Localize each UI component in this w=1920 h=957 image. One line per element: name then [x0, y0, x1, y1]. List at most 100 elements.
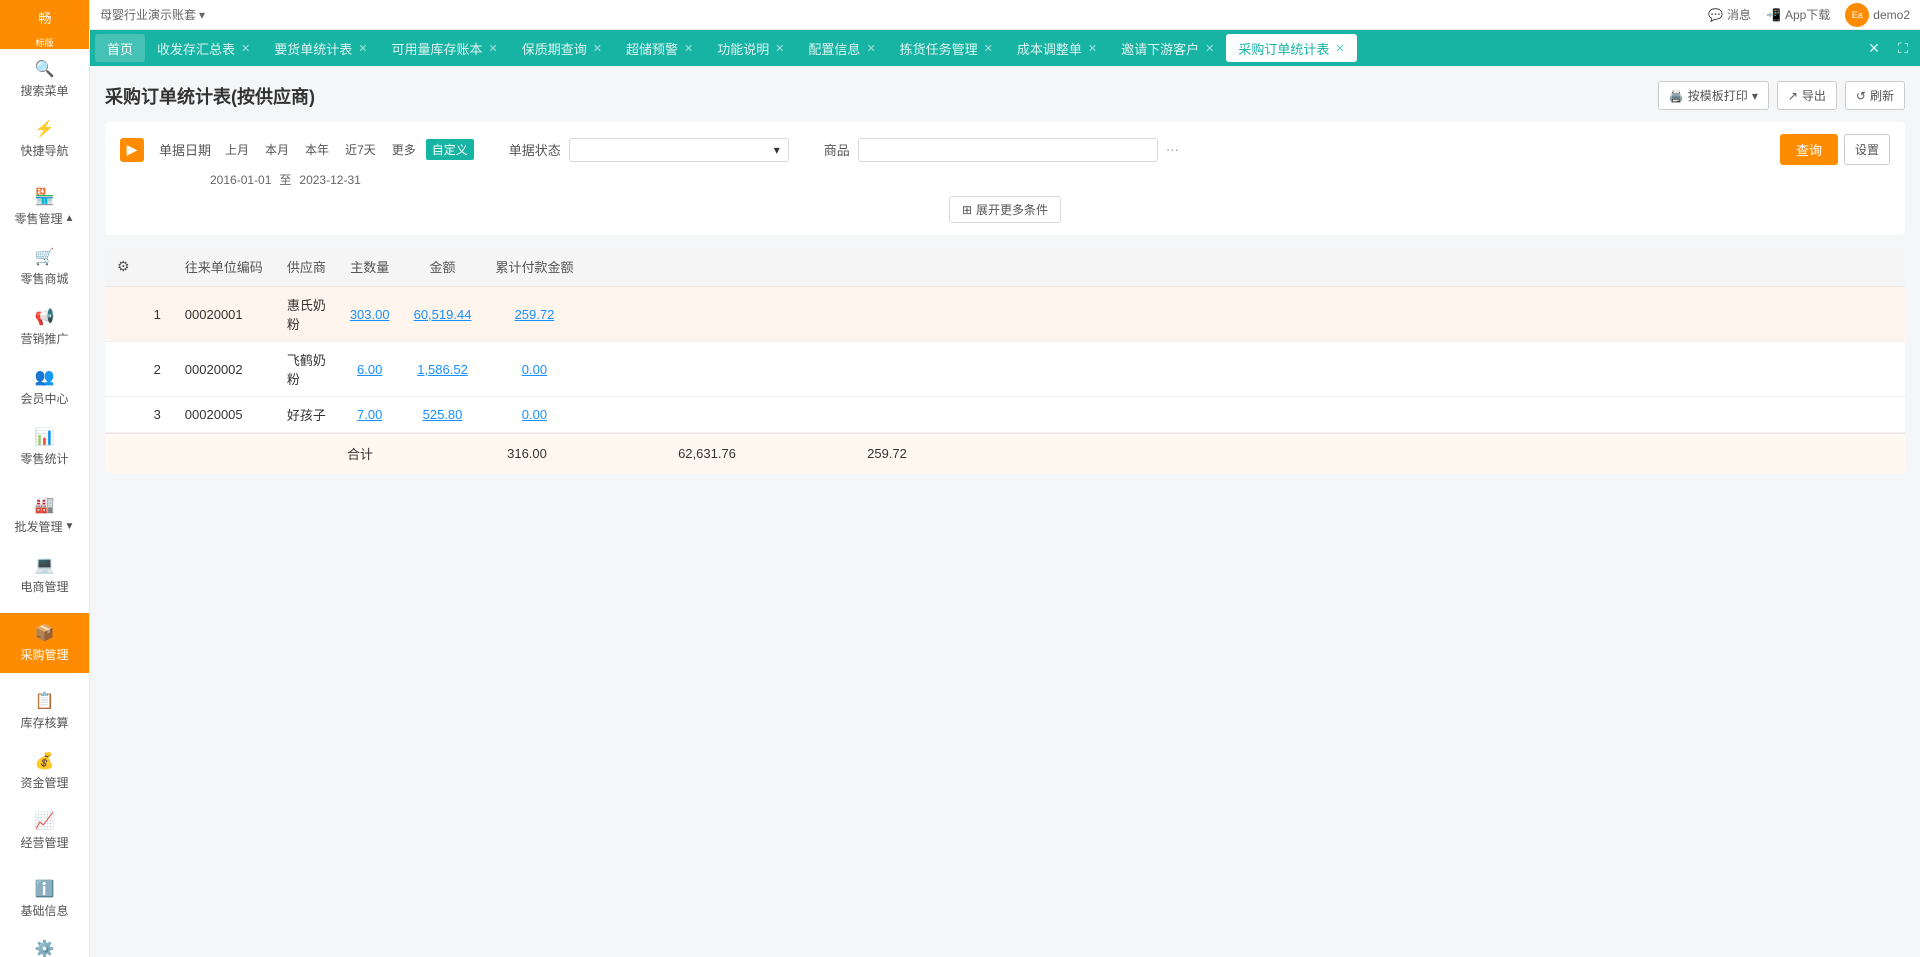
expand-btn[interactable]: ⊞ 展开更多条件	[949, 196, 1061, 223]
sidebar-item-quick-nav[interactable]: ⚡ 快捷导航	[0, 109, 90, 169]
row3-supplier-code: 00020005	[173, 397, 275, 433]
ecommerce-icon: 💻	[35, 555, 55, 575]
tab-function-desc[interactable]: 功能说明 ✕	[705, 34, 796, 62]
tab-cost-adj[interactable]: 成本调整单 ✕	[1005, 34, 1109, 62]
retail-mgmt-arrow-icon: ▲	[65, 213, 75, 224]
tab-home[interactable]: 首页	[95, 34, 145, 62]
footer-label: 合计	[347, 444, 467, 463]
tab-purchase-order-stats[interactable]: 采购订单统计表 ✕	[1226, 34, 1356, 62]
sidebar-item-member-center[interactable]: 👥 会员中心	[0, 357, 90, 417]
date-this-month-btn[interactable]: 本月	[259, 139, 295, 160]
main-content: 母婴行业演示账套 ▾ 💬 消息 📲 App下载 Ea demo2 首页	[90, 0, 1920, 957]
topbar-user-area[interactable]: Ea demo2	[1845, 3, 1910, 27]
row2-empty	[585, 342, 1905, 397]
th-amount: 金额	[402, 247, 484, 287]
tab-close-inventory-book[interactable]: ✕	[489, 42, 498, 55]
filter-expand-row: ⊞ 展开更多条件	[120, 196, 1890, 223]
row1-paid[interactable]: 259.72	[483, 287, 585, 342]
export-button[interactable]: ↗ 导出	[1777, 81, 1837, 110]
sidebar-item-retail-store[interactable]: 🛒 零售商城	[0, 237, 90, 297]
topbar-message-btn[interactable]: 💬 消息	[1708, 6, 1751, 23]
sidebar-item-ecommerce[interactable]: 💻 电商管理	[0, 545, 90, 605]
tab-close-pick-task[interactable]: ✕	[984, 42, 993, 55]
tab-config-info[interactable]: 配置信息 ✕	[796, 34, 887, 62]
th-num	[142, 247, 173, 287]
tab-inventory-book[interactable]: 可用量库存账本 ✕	[379, 34, 509, 62]
print-button[interactable]: 🖨️ 按模板打印 ▾	[1658, 81, 1769, 110]
refresh-button[interactable]: ↺ 刷新	[1845, 81, 1905, 110]
query-button[interactable]: 查询	[1780, 134, 1838, 165]
tab-receive-send[interactable]: 收发存汇总表 ✕	[145, 34, 262, 62]
topbar-account-dropdown[interactable]: 母婴行业演示账套 ▾	[100, 6, 205, 23]
date-this-year-btn[interactable]: 本年	[299, 139, 335, 160]
row3-quantity[interactable]: 7.00	[338, 397, 402, 433]
settings-button[interactable]: 设置	[1844, 134, 1890, 165]
row2-amount[interactable]: 1,586.52	[402, 342, 484, 397]
goods-search-input[interactable]	[858, 138, 1158, 162]
tab-fullscreen-btn[interactable]: ⛶	[1891, 36, 1915, 60]
topbar-app-download-btn[interactable]: 📲 App下载	[1766, 6, 1830, 23]
row3-amount[interactable]: 525.80	[402, 397, 484, 433]
sidebar: 畅 标版 🔍 搜索菜单 ⚡ 快捷导航 🏪 零售管理 ▲ 🛒 零售商城 📢 营销推…	[0, 0, 90, 957]
tab-close-invite-downstream[interactable]: ✕	[1205, 42, 1214, 55]
sidebar-item-search[interactable]: 🔍 搜索菜单	[0, 49, 90, 109]
status-select[interactable]: ▾	[569, 138, 789, 162]
tab-purchase-stats[interactable]: 要货单统计表 ✕	[262, 34, 379, 62]
marketing-icon: 📢	[35, 307, 55, 327]
tab-close-expiry-query[interactable]: ✕	[593, 42, 602, 55]
date-custom-badge[interactable]: 自定义	[426, 139, 474, 160]
date-last-month-btn[interactable]: 上月	[219, 139, 255, 160]
th-empty	[585, 247, 1905, 287]
nav-tabs-end: ✕ ⛶	[1862, 36, 1915, 60]
tab-close-purchase-order-stats[interactable]: ✕	[1335, 42, 1344, 55]
row3-num: 3	[142, 397, 173, 433]
sidebar-item-purchase-mgmt[interactable]: 📦 采购管理	[0, 613, 90, 673]
filter-toggle-btn[interactable]: ▶	[120, 138, 144, 162]
sidebar-item-sys-mgmt[interactable]: ⚙️ 系统管理	[0, 929, 90, 957]
tab-invite-downstream[interactable]: 邀请下游客户 ✕	[1109, 34, 1226, 62]
row2-quantity[interactable]: 6.00	[338, 342, 402, 397]
tab-expiry-query[interactable]: 保质期查询 ✕	[510, 34, 614, 62]
row1-amount[interactable]: 60,519.44	[402, 287, 484, 342]
retail-mgmt-icon: 🏪	[35, 187, 55, 207]
row1-quantity[interactable]: 303.00	[338, 287, 402, 342]
row2-paid[interactable]: 0.00	[483, 342, 585, 397]
tab-close-purchase-stats[interactable]: ✕	[358, 42, 367, 55]
inventory-icon: 📋	[35, 691, 55, 711]
sidebar-item-finance[interactable]: 💰 资金管理	[0, 741, 90, 801]
tab-pick-task[interactable]: 拣货任务管理 ✕	[888, 34, 1005, 62]
th-supplier-name: 供应商	[275, 247, 338, 287]
footer-amount: 62,631.76	[647, 446, 767, 461]
print-icon: 🖨️	[1669, 89, 1684, 103]
sidebar-item-retail-stats[interactable]: 📊 零售统计	[0, 417, 90, 477]
tab-close-overstock[interactable]: ✕	[684, 42, 693, 55]
goods-more-icon[interactable]: ···	[1166, 142, 1179, 157]
goods-filter-label: 商品	[824, 140, 850, 159]
topbar-username: demo2	[1873, 8, 1910, 22]
basic-info-icon: ℹ️	[35, 879, 55, 899]
date-7days-btn[interactable]: 近7天	[339, 139, 382, 160]
tab-close-all-btn[interactable]: ✕	[1862, 36, 1886, 60]
date-more-btn[interactable]: 更多	[386, 139, 422, 160]
row1-supplier-code: 00020001	[173, 287, 275, 342]
sidebar-item-ops-mgmt[interactable]: 📈 经营管理	[0, 801, 90, 861]
sidebar-logo: 畅 标版	[0, 0, 90, 49]
topbar-chevron-down-icon: ▾	[199, 8, 205, 22]
sidebar-item-retail-mgmt[interactable]: 🏪 零售管理 ▲	[0, 177, 90, 237]
export-icon: ↗	[1788, 89, 1798, 103]
filter-date-item: 单据日期 上月 本月 本年 近7天 更多 自定义	[159, 139, 474, 160]
sidebar-item-marketing[interactable]: 📢 营销推广	[0, 297, 90, 357]
page-actions: 🖨️ 按模板打印 ▾ ↗ 导出 ↺ 刷新	[1658, 81, 1905, 110]
sidebar-item-wholesale-mgmt[interactable]: 🏭 批发管理 ▼	[0, 485, 90, 545]
sidebar-item-inventory[interactable]: 📋 库存核算	[0, 681, 90, 741]
tab-close-receive-send[interactable]: ✕	[241, 42, 250, 55]
tab-close-config-info[interactable]: ✕	[866, 42, 875, 55]
tab-close-cost-adj[interactable]: ✕	[1088, 42, 1097, 55]
retail-stats-icon: 📊	[35, 427, 55, 447]
sidebar-item-basic-info[interactable]: ℹ️ 基础信息	[0, 869, 90, 929]
row3-paid[interactable]: 0.00	[483, 397, 585, 433]
tab-close-function-desc[interactable]: ✕	[775, 42, 784, 55]
print-arrow-icon: ▾	[1752, 89, 1758, 103]
tab-overstock[interactable]: 超储预警 ✕	[614, 34, 705, 62]
settings-icon[interactable]: ⚙	[117, 258, 130, 274]
